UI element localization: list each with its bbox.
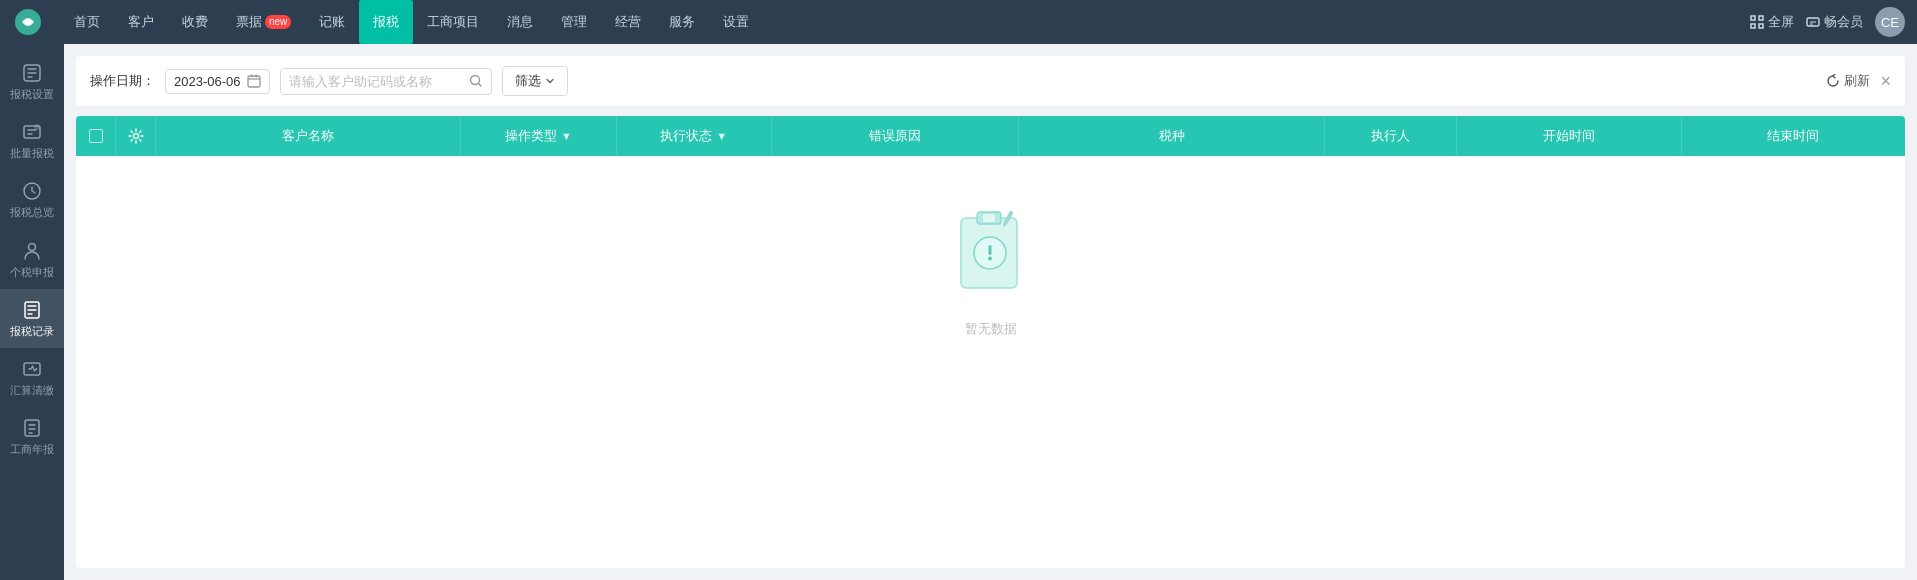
th-client: 客户名称 (156, 116, 461, 156)
sidebar-label-batch-tax: 批量报税 (10, 147, 54, 160)
toolbar: 操作日期： 2023-06-06 (76, 56, 1905, 106)
nav-item-operation[interactable]: 经营 (601, 0, 655, 44)
sidebar-item-annual-report[interactable]: 工商年报 (0, 407, 64, 466)
svg-point-11 (29, 243, 36, 250)
date-label: 操作日期： (90, 72, 155, 90)
empty-state: 暂无数据 (941, 196, 1041, 338)
main-layout: 报税设置批量报税报税总览个税申报报税记录汇算清缴工商年报 操作日期： 2023-… (0, 44, 1917, 580)
th-starttime: 开始时间 (1457, 116, 1682, 156)
svg-rect-24 (988, 245, 991, 255)
svg-point-19 (133, 134, 138, 139)
nav-item-home[interactable]: 首页 (60, 0, 114, 44)
status-filter-icon[interactable]: ▼ (716, 130, 727, 142)
nav-item-settings[interactable]: 设置 (709, 0, 763, 44)
filter-button[interactable]: 筛选 (502, 66, 568, 96)
th-error: 错误原因 (772, 116, 1020, 156)
sidebar-label-personal-tax: 个税申报 (10, 266, 54, 279)
th-status: 执行状态 ▼ (617, 116, 772, 156)
select-all-checkbox[interactable] (89, 129, 103, 143)
nav-items: 首页客户收费票据new记账报税工商项目消息管理经营服务设置 (60, 0, 1750, 44)
svg-rect-2 (1751, 16, 1755, 20)
avatar[interactable]: CE (1875, 7, 1905, 37)
sidebar-item-tax-summary[interactable]: 报税总览 (0, 170, 64, 229)
calendar-icon (247, 74, 261, 88)
svg-rect-4 (1751, 24, 1755, 28)
sidebar-label-annual-report: 工商年报 (10, 443, 54, 456)
filter-label: 筛选 (515, 72, 541, 90)
sidebar-item-tax-records[interactable]: 报税记录 (0, 289, 64, 348)
member-btn[interactable]: 畅会员 (1806, 13, 1863, 31)
gear-icon (128, 128, 144, 144)
close-button[interactable]: × (1880, 72, 1891, 90)
th-endtime: 结束时间 (1682, 116, 1906, 156)
search-box (280, 68, 492, 95)
empty-text: 暂无数据 (965, 320, 1017, 338)
empty-illustration (941, 196, 1041, 306)
nav-item-client[interactable]: 客户 (114, 0, 168, 44)
nav-item-bizproject[interactable]: 工商项目 (413, 0, 493, 44)
svg-point-25 (988, 257, 992, 261)
sidebar-label-settlement: 汇算清缴 (10, 384, 54, 397)
svg-point-1 (25, 19, 31, 25)
svg-point-9 (34, 124, 40, 130)
table-container: 客户名称 操作类型 ▼ 执行状态 ▼ 错误原因 税种 执行人 (76, 116, 1905, 568)
member-label: 畅会员 (1824, 13, 1863, 31)
th-taxtype: 税种 (1019, 116, 1324, 156)
svg-rect-16 (251, 75, 253, 78)
fullscreen-btn[interactable]: 全屏 (1750, 13, 1794, 31)
svg-rect-5 (1759, 24, 1763, 28)
top-nav: 首页客户收费票据new记账报税工商项目消息管理经营服务设置 全屏 畅会员 CE (0, 0, 1917, 44)
nav-badge-invoice: new (265, 15, 291, 29)
sidebar-item-batch-tax[interactable]: 批量报税 (0, 111, 64, 170)
top-nav-right: 全屏 畅会员 CE (1750, 7, 1905, 37)
content-area: 操作日期： 2023-06-06 (64, 44, 1917, 580)
th-executor: 执行人 (1325, 116, 1457, 156)
refresh-icon (1826, 74, 1840, 88)
search-input[interactable] (281, 69, 461, 94)
logo[interactable] (12, 6, 44, 38)
sidebar: 报税设置批量报税报税总览个税申报报税记录汇算清缴工商年报 (0, 44, 64, 580)
sidebar-label-tax-summary: 报税总览 (10, 206, 54, 219)
svg-rect-3 (1759, 16, 1763, 20)
nav-item-message[interactable]: 消息 (493, 0, 547, 44)
search-icon (469, 74, 483, 88)
svg-rect-15 (248, 76, 260, 87)
nav-item-service[interactable]: 服务 (655, 0, 709, 44)
nav-item-invoice[interactable]: 票据new (222, 0, 305, 44)
fullscreen-label: 全屏 (1768, 13, 1794, 31)
nav-item-tax[interactable]: 报税 (359, 0, 413, 44)
nav-item-account[interactable]: 记账 (305, 0, 359, 44)
th-gear[interactable] (116, 116, 156, 156)
date-value: 2023-06-06 (174, 74, 241, 89)
chevron-down-icon (545, 76, 555, 86)
th-checkbox (76, 116, 116, 156)
date-picker[interactable]: 2023-06-06 (165, 69, 270, 94)
sidebar-item-settlement[interactable]: 汇算清缴 (0, 348, 64, 407)
optype-filter-icon[interactable]: ▼ (561, 130, 572, 142)
table-body: 暂无数据 (76, 156, 1905, 568)
th-optype: 操作类型 ▼ (461, 116, 616, 156)
table-header: 客户名称 操作类型 ▼ 执行状态 ▼ 错误原因 税种 执行人 (76, 116, 1905, 156)
sidebar-item-personal-tax[interactable]: 个税申报 (0, 230, 64, 289)
refresh-label: 刷新 (1844, 72, 1870, 90)
svg-rect-17 (255, 75, 257, 78)
nav-item-charge[interactable]: 收费 (168, 0, 222, 44)
nav-item-manage[interactable]: 管理 (547, 0, 601, 44)
svg-rect-22 (983, 214, 995, 222)
sidebar-label-tax-settings: 报税设置 (10, 88, 54, 101)
search-button[interactable] (461, 74, 491, 88)
sidebar-label-tax-records: 报税记录 (10, 325, 54, 338)
sidebar-item-tax-settings[interactable]: 报税设置 (0, 52, 64, 111)
refresh-button[interactable]: 刷新 (1826, 72, 1870, 90)
